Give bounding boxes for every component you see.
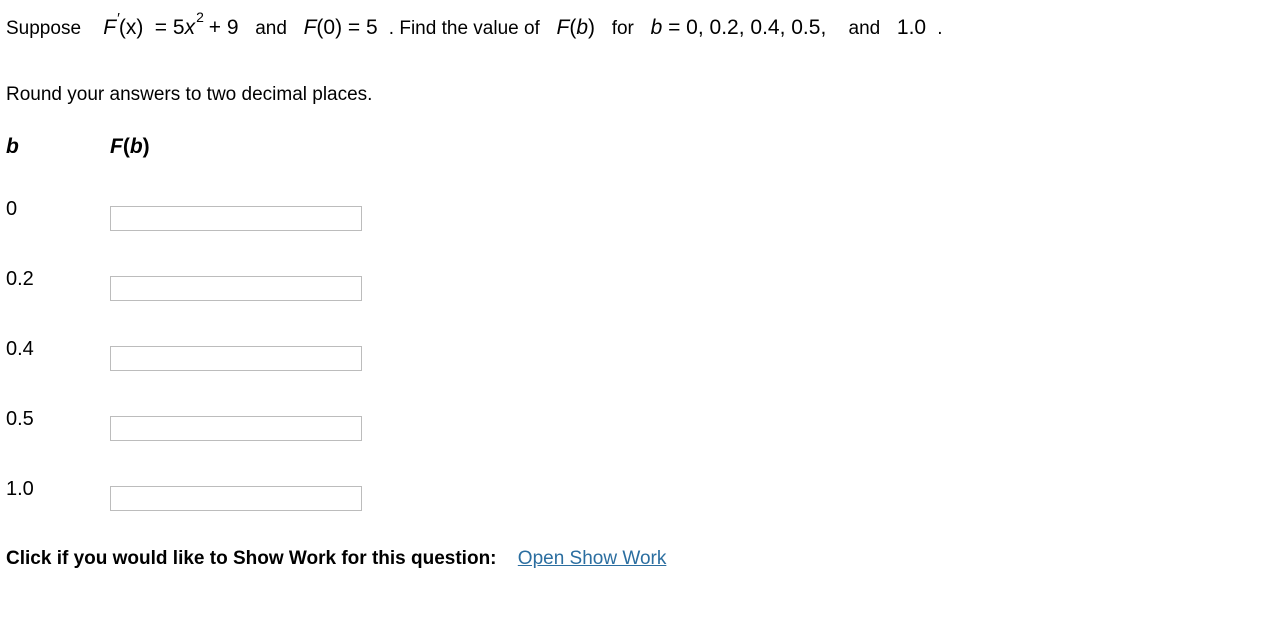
math-paren-x: (x) (119, 16, 144, 39)
answer-input-1p0[interactable] (110, 486, 362, 511)
problem-statement: Suppose F′(x) = 5x2 + 9 and F(0) = 5 . F… (6, 8, 1274, 50)
text-suppose: Suppose (6, 18, 81, 39)
show-work-line: Click if you would like to Show Work for… (6, 548, 1274, 570)
math-f-prime-x: F′(x) (103, 8, 143, 50)
text-and2: and (849, 18, 881, 39)
cell-b-0p5: 0.5 (6, 384, 110, 454)
table-row: 1.0 (6, 454, 414, 524)
answer-input-0p4[interactable] (110, 346, 362, 371)
header-fb-arg: b (130, 135, 143, 158)
answer-input-0[interactable] (110, 206, 362, 231)
table-row: 0 (6, 174, 414, 244)
header-b: b (6, 120, 110, 174)
cell-f-0 (110, 174, 414, 244)
math-5x: 5 (173, 16, 185, 39)
math-f0eq5: F(0) = 5 (304, 16, 378, 39)
text-and1: and (255, 18, 287, 39)
answer-input-0p5[interactable] (110, 416, 362, 441)
show-work-link[interactable]: Open Show Work (518, 548, 667, 569)
answer-table: b F(b) 0 0.2 0.4 0.5 1 (6, 120, 414, 524)
math-bvals: b = 0, 0.2, 0.4, 0.5, (651, 16, 827, 39)
math-sup-2: 2 (196, 9, 204, 25)
show-work-label: Click if you would like to Show Work for… (6, 548, 497, 569)
question-container: Suppose F′(x) = 5x2 + 9 and F(0) = 5 . F… (0, 0, 1280, 590)
cell-f-0p4 (110, 314, 414, 384)
math-eq1: = (149, 16, 173, 39)
cell-f-1p0 (110, 454, 414, 524)
header-fb: F(b) (110, 120, 414, 174)
text-for: for (612, 18, 634, 39)
text-period: . (937, 18, 942, 39)
cell-b-0: 0 (6, 174, 110, 244)
math-F: F (103, 16, 116, 39)
rounding-instruction: Round your answers to two decimal places… (6, 84, 1274, 106)
math-fb: F(b) (557, 16, 596, 39)
math-1p0: 1.0 (897, 16, 926, 39)
math-5x2p9: 5x2 + 9 (173, 16, 239, 39)
math-plus9: + 9 (209, 16, 239, 39)
table-row: 0.5 (6, 384, 414, 454)
cell-f-0p2 (110, 244, 414, 314)
eq-sign: = (155, 16, 167, 39)
cell-b-0p2: 0.2 (6, 244, 110, 314)
table-row: 0.4 (6, 314, 414, 384)
answer-input-0p2[interactable] (110, 276, 362, 301)
table-row: 0.2 (6, 244, 414, 314)
table-header-row: b F(b) (6, 120, 414, 174)
text-find: . Find the value of (389, 18, 540, 39)
cell-b-1p0: 1.0 (6, 454, 110, 524)
cell-f-0p5 (110, 384, 414, 454)
cell-b-0p4: 0.4 (6, 314, 110, 384)
